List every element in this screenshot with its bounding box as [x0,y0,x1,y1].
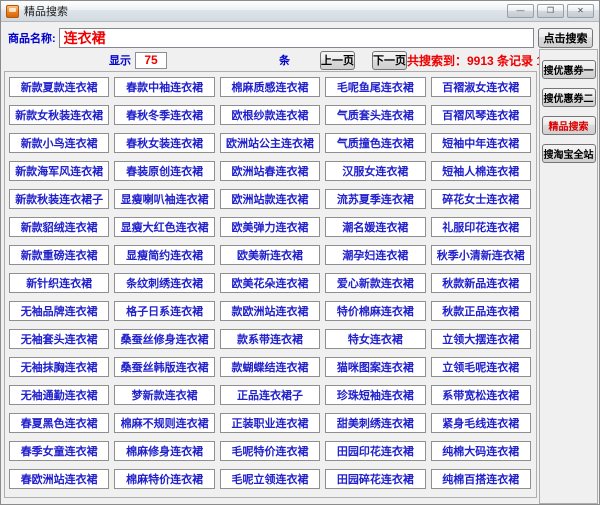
keyword-button[interactable]: 秋季小清新连衣裙 [431,245,531,265]
keyword-button[interactable]: 条纹刺绣连衣裙 [114,273,214,293]
keyword-button[interactable]: 格子日系连衣裙 [114,301,214,321]
keyword-button[interactable]: 气质撞色连衣裙 [325,133,425,153]
sidebar: 搜优惠券一搜优惠券二精品搜索搜淘宝全站 [539,49,598,504]
keyword-button[interactable]: 秋款正品连衣裙 [431,301,531,321]
keyword-button[interactable]: 无袖通勤连衣裙 [9,385,109,405]
keyword-button[interactable]: 款蝴蝶结连衣裙 [220,357,320,377]
keyword-button[interactable]: 棉麻修身连衣裙 [114,441,214,461]
keyword-button[interactable]: 新款女秋装连衣裙 [9,105,109,125]
app-icon [6,5,19,18]
window-controls: — ❐ ✕ [507,4,594,18]
product-row: 商品名称: [8,28,534,48]
keyword-button[interactable]: 新款小鸟连衣裙 [9,133,109,153]
keyword-button[interactable]: 棉麻不规则连衣裙 [114,413,214,433]
keyword-button[interactable]: 新款貂绒连衣裙 [9,217,109,237]
display-count-input[interactable] [135,52,167,69]
keyword-button[interactable]: 立领大摆连衣裙 [431,329,531,349]
keyword-button[interactable]: 秋款新品连衣裙 [431,273,531,293]
keyword-button[interactable]: 无袖套头连衣裙 [9,329,109,349]
titlebar: 精品搜索 — ❐ ✕ [1,1,599,22]
keyword-button[interactable]: 无袖抹胸连衣裙 [9,357,109,377]
keyword-button[interactable]: 紧身毛线连衣裙 [431,413,531,433]
sidebar-button[interactable]: 搜优惠券二 [542,88,596,107]
keyword-button[interactable]: 流苏夏季连衣裙 [325,189,425,209]
keyword-button[interactable]: 春夏黑色连衣裙 [9,413,109,433]
keyword-button[interactable]: 春秋女装连衣裙 [114,133,214,153]
keyword-button[interactable]: 碎花女士连衣裙 [431,189,531,209]
close-button[interactable]: ✕ [567,4,594,18]
sidebar-boutique-search-button[interactable]: 精品搜索 [542,116,596,135]
keyword-button[interactable]: 欧美弹力连衣裙 [220,217,320,237]
keyword-button[interactable]: 桑蚕丝韩版连衣裙 [114,357,214,377]
keyword-button[interactable]: 气质套头连衣裙 [325,105,425,125]
keyword-button[interactable]: 毛呢立领连衣裙 [220,469,320,489]
keyword-button[interactable]: 短袖人棉连衣裙 [431,161,531,181]
keyword-button[interactable]: 款系带连衣裙 [220,329,320,349]
keyword-button[interactable]: 款欧洲站连衣裙 [220,301,320,321]
keyword-button[interactable]: 新针织连衣裙 [9,273,109,293]
keyword-button[interactable]: 欧洲站春连衣裙 [220,161,320,181]
keyword-button[interactable]: 棉麻质感连衣裙 [220,77,320,97]
keyword-button[interactable]: 欧美新连衣裙 [220,245,320,265]
next-page-button[interactable]: 下一页 [372,51,407,70]
keyword-button[interactable]: 潮名媛连衣裙 [325,217,425,237]
keyword-button[interactable]: 新款夏款连衣裙 [9,77,109,97]
keyword-button[interactable]: 系带宽松连衣裙 [431,385,531,405]
keyword-button[interactable]: 纯棉大码连衣裙 [431,441,531,461]
keyword-button[interactable]: 显瘦大红色连衣裙 [114,217,214,237]
keyword-button[interactable]: 显瘦简约连衣裙 [114,245,214,265]
keyword-button[interactable]: 毛呢特价连衣裙 [220,441,320,461]
keyword-button[interactable]: 特价棉麻连衣裙 [325,301,425,321]
keyword-button[interactable]: 礼服印花连衣裙 [431,217,531,237]
keyword-button[interactable]: 正品连衣裙子 [220,385,320,405]
keyword-button[interactable]: 汉服女连衣裙 [325,161,425,181]
keyword-button[interactable]: 春季女童连衣裙 [9,441,109,461]
keyword-button[interactable]: 新款秋装连衣裙子 [9,189,109,209]
keyword-button[interactable]: 欧美花朵连衣裙 [220,273,320,293]
unit-label: 条 [279,52,290,68]
keyword-button[interactable]: 立领毛呢连衣裙 [431,357,531,377]
sidebar-button[interactable]: 搜淘宝全站 [542,144,596,163]
keyword-button[interactable]: 欧洲站公主连衣裙 [220,133,320,153]
sidebar-button[interactable]: 搜优惠券一 [542,60,596,79]
keyword-button[interactable]: 百褶淑女连衣裙 [431,77,531,97]
keyword-button[interactable]: 新款重磅连衣裙 [9,245,109,265]
keyword-button[interactable]: 田园印花连衣裙 [325,441,425,461]
prev-page-button[interactable]: 上一页 [320,51,355,70]
keyword-button[interactable]: 田园碎花连衣裙 [325,469,425,489]
display-label: 显示 [109,52,131,68]
keyword-button[interactable]: 珍珠短袖连衣裙 [325,385,425,405]
keyword-button[interactable]: 欧根纱款连衣裙 [220,105,320,125]
product-name-input[interactable] [59,28,534,48]
keyword-button[interactable]: 显瘦喇叭袖连衣裙 [114,189,214,209]
keyword-button[interactable]: 特女连衣裙 [325,329,425,349]
product-name-label: 商品名称: [8,30,56,46]
keyword-button[interactable]: 爱心新款连衣裙 [325,273,425,293]
app-window: 精品搜索 — ❐ ✕ 商品名称: 点击搜索 显示 条 上一页 下一页 共搜索到：… [0,0,600,505]
window-title: 精品搜索 [24,3,507,19]
keyword-button[interactable]: 春装原创连衣裙 [114,161,214,181]
click-search-button[interactable]: 点击搜索 [538,28,593,48]
keyword-button[interactable]: 无袖品牌连衣裙 [9,301,109,321]
keyword-button[interactable]: 春欧洲站连衣裙 [9,469,109,489]
keyword-button[interactable]: 春款中袖连衣裙 [114,77,214,97]
keyword-button[interactable]: 梦新款连衣裙 [114,385,214,405]
keyword-button[interactable]: 春秋冬季连衣裙 [114,105,214,125]
keyword-button[interactable]: 甜美刺绣连衣裙 [325,413,425,433]
keyword-button[interactable]: 短袖中年连衣裙 [431,133,531,153]
keyword-grid: 新款夏款连衣裙春款中袖连衣裙棉麻质感连衣裙毛呢鱼尾连衣裙百褶淑女连衣裙新款女秋装… [4,71,537,498]
keyword-button[interactable]: 纯棉百搭连衣裙 [431,469,531,489]
minimize-button[interactable]: — [507,4,534,18]
keyword-button[interactable]: 棉麻特价连衣裙 [114,469,214,489]
keyword-button[interactable]: 欧洲站款连衣裙 [220,189,320,209]
keyword-button[interactable]: 百褶风琴连衣裙 [431,105,531,125]
maximize-button[interactable]: ❐ [537,4,564,18]
keyword-button[interactable]: 正装职业连衣裙 [220,413,320,433]
pager-row: 显示 条 上一页 下一页 共搜索到：9913 条记录 1/133 [1,50,537,70]
keyword-button[interactable]: 桑蚕丝修身连衣裙 [114,329,214,349]
keyword-button[interactable]: 新款海军风连衣裙 [9,161,109,181]
keyword-button[interactable]: 毛呢鱼尾连衣裙 [325,77,425,97]
keyword-button[interactable]: 猫咪图案连衣裙 [325,357,425,377]
keyword-button[interactable]: 潮孕妇连衣裙 [325,245,425,265]
